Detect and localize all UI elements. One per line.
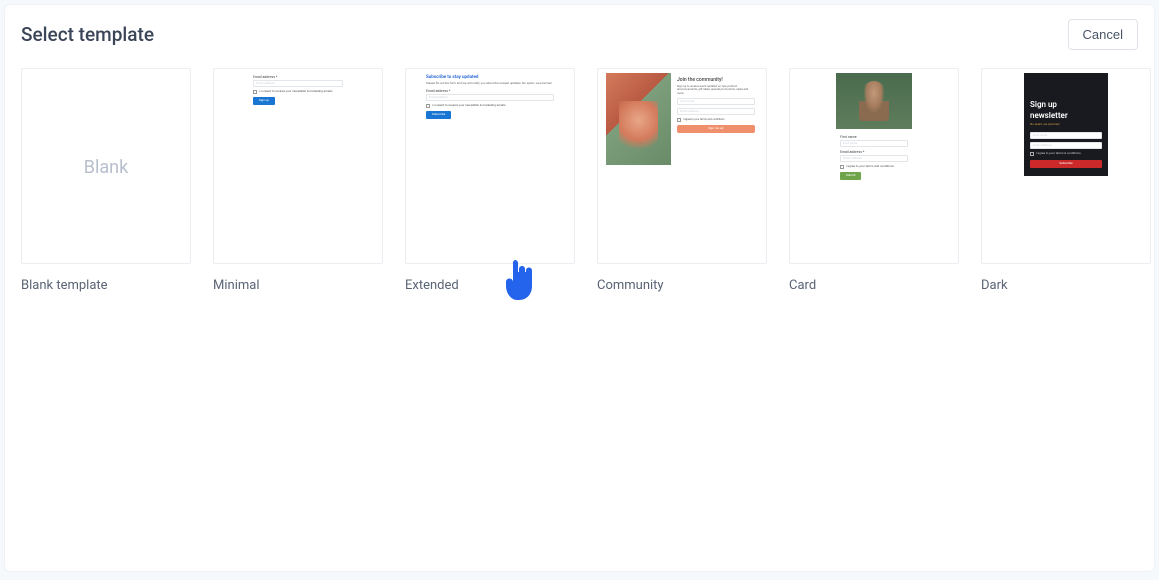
template-preview-extended: Subscribe to stay updated Please fill ou… xyxy=(405,68,575,264)
preview-email-field: Email address xyxy=(426,94,554,101)
preview-image xyxy=(836,73,912,129)
preview-sub: No spam, we promise! xyxy=(1030,123,1102,127)
dialog-header: Select template Cancel xyxy=(21,19,1138,50)
preview-consent: I agree to your terms and conditions xyxy=(677,118,755,122)
preview-heading: Join the community! xyxy=(677,77,755,83)
template-option-dark[interactable]: Sign up newsletter No spam, we promise! … xyxy=(981,68,1151,293)
template-option-community[interactable]: Join the community! Sign up to receive e… xyxy=(597,68,767,293)
template-option-extended[interactable]: Subscribe to stay updated Please fill ou… xyxy=(405,68,575,293)
template-option-blank[interactable]: Blank Blank template xyxy=(21,68,191,293)
preview-first-field: First name xyxy=(677,98,755,105)
template-grid: Blank Blank template Email address * Ema… xyxy=(21,68,1138,293)
template-label: Community xyxy=(597,278,767,293)
preview-image xyxy=(606,73,671,165)
template-preview-community: Join the community! Sign up to receive e… xyxy=(597,68,767,264)
preview-email-field: Email address xyxy=(840,155,908,162)
preview-submit: Sign me up! xyxy=(677,125,755,133)
blank-placeholder-text: Blank xyxy=(84,157,128,178)
template-preview-dark: Sign up newsletter No spam, we promise! … xyxy=(981,68,1151,264)
preview-email-label: Email address * xyxy=(426,89,554,93)
preview-first-label: First name xyxy=(840,135,908,139)
preview-submit: Sign up xyxy=(253,97,275,105)
template-preview-blank: Blank xyxy=(21,68,191,264)
template-option-card[interactable]: First name First name Email address * Em… xyxy=(789,68,959,293)
template-label: Dark xyxy=(981,278,1151,293)
template-option-minimal[interactable]: Email address * Email address I consent … xyxy=(213,68,383,293)
template-label: Extended xyxy=(405,278,575,293)
preview-desc: Sign up to receive event updates on new … xyxy=(677,85,755,95)
preview-consent: I consent to receive your newsletter & m… xyxy=(253,90,343,94)
preview-heading-line2: newsletter xyxy=(1030,112,1102,121)
cancel-button[interactable]: Cancel xyxy=(1068,19,1138,50)
preview-first-field: First name xyxy=(1030,132,1102,139)
preview-heading-line1: Sign up xyxy=(1030,101,1102,110)
dialog-title: Select template xyxy=(21,23,154,46)
preview-consent: I agree to your terms and conditions xyxy=(840,165,908,169)
preview-desc: Please fill out the form and we will not… xyxy=(426,82,554,86)
preview-submit: Submit xyxy=(840,172,861,180)
preview-email-field: Email address xyxy=(677,108,755,115)
preview-consent: I agree to your terms & conditions xyxy=(1030,152,1102,156)
preview-email-label: Email address * xyxy=(840,150,908,154)
template-label: Blank template xyxy=(21,278,191,293)
preview-email-field: Email address xyxy=(1030,142,1102,149)
preview-submit: Subscribe xyxy=(1030,160,1102,168)
template-label: Card xyxy=(789,278,959,293)
preview-consent: I consent to receive your newsletter & m… xyxy=(426,104,554,108)
preview-email-label: Email address * xyxy=(253,75,343,79)
template-preview-minimal: Email address * Email address I consent … xyxy=(213,68,383,264)
preview-submit: Subscribe xyxy=(426,111,451,119)
preview-first-field: First name xyxy=(840,140,908,147)
preview-email-field: Email address xyxy=(253,80,343,87)
template-label: Minimal xyxy=(213,278,383,293)
preview-heading: Subscribe to stay updated xyxy=(426,75,554,80)
template-preview-card: First name First name Email address * Em… xyxy=(789,68,959,264)
